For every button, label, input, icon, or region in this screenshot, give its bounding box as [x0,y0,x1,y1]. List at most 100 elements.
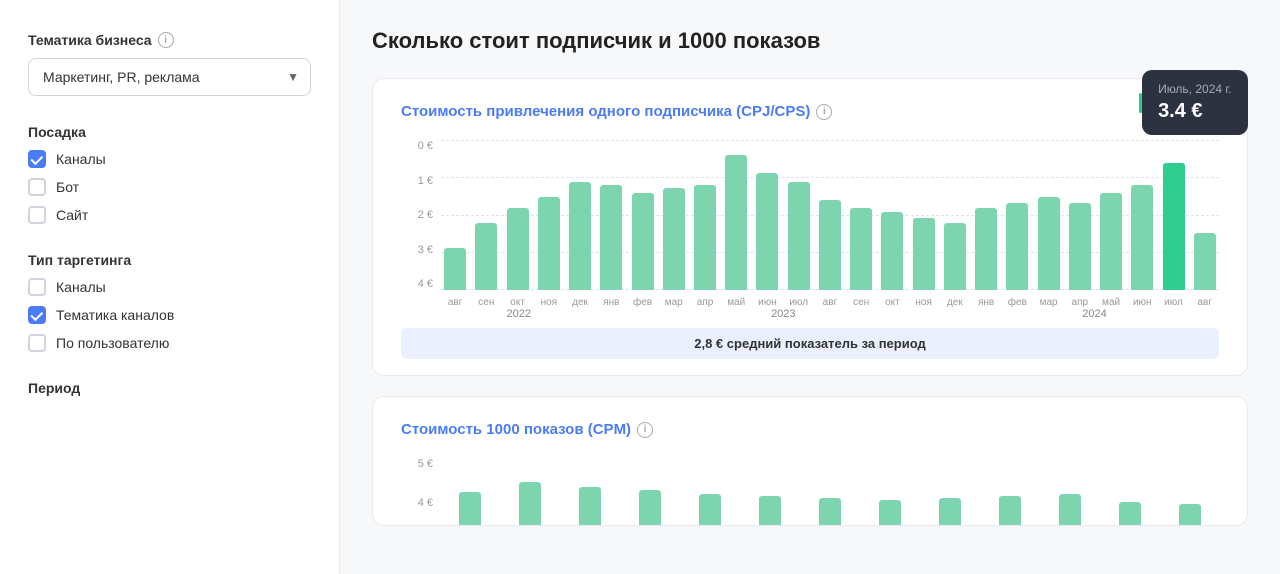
bar-8[interactable] [694,185,716,290]
chart2-bar-4[interactable] [699,494,721,526]
x-label-16: дек [941,292,969,308]
bar-1[interactable] [475,223,497,291]
y-label-4: 4 € [401,278,439,290]
landing-section: Посадка Каналы Бот Сайт [28,124,311,224]
bar-24[interactable] [1194,233,1216,290]
chart2-bar-5[interactable] [759,496,781,526]
chart2-y-axis: 3 € 4 € 5 € [401,458,439,526]
x-label-24: авг [1191,292,1219,308]
y-label-0: 0 € [401,140,439,152]
chart2-bar-6[interactable] [819,498,841,526]
x-label-8: апр [691,292,719,308]
chart2-bar-3[interactable] [639,490,661,526]
targeting-user-item[interactable]: По пользователю [28,334,311,352]
bar-14[interactable] [881,212,903,290]
landing-bot-item[interactable]: Бот [28,178,311,196]
bar-5[interactable] [600,185,622,290]
landing-bot-checkbox[interactable] [28,178,46,196]
bar-9[interactable] [725,155,747,290]
bar-22[interactable] [1131,185,1153,290]
x-label-11: июл [785,292,813,308]
bar-0[interactable] [444,248,466,290]
y-label-3: 3 € [401,244,439,256]
chart1-avg-text: средний показатель за период [727,336,926,351]
bar-23[interactable] [1163,163,1185,291]
bar-20[interactable] [1069,203,1091,290]
landing-label: Посадка [28,124,311,140]
chart1-container: 4 € 3 € 2 € 1 € 0 € Июль, 2024 г.3.4 € [401,140,1219,320]
y-label-1: 1 € [401,175,439,187]
bar-6[interactable] [632,193,654,291]
chart2-area: 3 € 4 € 5 € [401,458,1219,526]
bar-3[interactable] [538,197,560,290]
targeting-channels-checkbox[interactable] [28,278,46,296]
chart2-bars [441,468,1219,526]
bar-10[interactable] [756,173,778,290]
x-label-6: фев [628,292,656,308]
chart2-bar-2[interactable] [579,487,601,526]
bar-15[interactable] [913,218,935,290]
chart2-bar-10[interactable] [1059,494,1081,526]
chart1-title: Стоимость привлечения одного подписчика … [401,103,1219,120]
bar-17[interactable] [975,208,997,291]
x-label-4: дек [566,292,594,308]
landing-channels-item[interactable]: Каналы [28,150,311,168]
bar-7[interactable] [663,188,685,290]
bar-13[interactable] [850,208,872,291]
bar-11[interactable] [788,182,810,290]
landing-bot-label: Бот [56,179,79,195]
x-label-15: ноя [910,292,938,308]
chart2-bar-0[interactable] [459,492,481,526]
bar-21[interactable] [1100,193,1122,291]
x-label-12: авг [816,292,844,308]
bar-12[interactable] [819,200,841,290]
sidebar: Тематика бизнеса i Маркетинг, PR, реклам… [0,0,340,574]
chart2-bar-9[interactable] [999,496,1021,526]
targeting-theme-label: Тематика каналов [56,307,174,323]
landing-channels-label: Каналы [56,151,106,167]
business-theme-info-icon[interactable]: i [158,32,174,48]
landing-site-label: Сайт [56,207,88,223]
landing-channels-checkbox[interactable] [28,150,46,168]
x-label-19: мар [1034,292,1062,308]
year-label-2024: 2024 [970,308,1219,320]
chart1-x-labels: авгсеноктноядекянвфевмарапрмайиюниюлавгс… [441,292,1219,308]
chart2-info-icon[interactable]: i [637,422,653,438]
bar-16[interactable] [944,223,966,291]
chart2-bar-11[interactable] [1119,502,1141,526]
targeting-user-checkbox[interactable] [28,334,46,352]
x-label-23: июл [1159,292,1187,308]
chart2-bar-12[interactable] [1179,504,1201,526]
landing-site-checkbox[interactable] [28,206,46,224]
chart1-area: 4 € 3 € 2 € 1 € 0 € Июль, 2024 г.3.4 € [401,140,1219,320]
chart1-info-icon[interactable]: i [816,104,832,120]
bar-2[interactable] [507,208,529,291]
business-theme-label: Тематика бизнеса i [28,32,311,48]
chart1-card: Стоимость привлечения одного подписчика … [372,78,1248,376]
x-label-17: янв [972,292,1000,308]
x-label-18: фев [1003,292,1031,308]
chart1-year-labels: 202220232024 [441,308,1219,320]
x-label-3: ноя [535,292,563,308]
chart2-bar-1[interactable] [519,482,541,526]
main-content: Сколько стоит подписчик и 1000 показов С… [340,0,1280,574]
x-label-14: окт [878,292,906,308]
bar-4[interactable] [569,182,591,290]
bar-18[interactable] [1006,203,1028,290]
landing-site-item[interactable]: Сайт [28,206,311,224]
business-theme-text: Тематика бизнеса [28,32,152,48]
chart1-avg-value: 2,8 € [694,336,723,351]
chart2-bar-8[interactable] [939,498,961,526]
chart1-y-axis: 4 € 3 € 2 € 1 € 0 € [401,140,439,290]
chart2-title-text: Стоимость 1000 показов (CPM) [401,421,631,438]
period-label: Период [28,380,311,396]
targeting-theme-checkbox[interactable] [28,306,46,324]
targeting-channels-item[interactable]: Каналы [28,278,311,296]
bar-19[interactable] [1038,197,1060,290]
chart1-bars: Июль, 2024 г.3.4 € [441,140,1219,290]
chart2-bar-7[interactable] [879,500,901,526]
targeting-theme-item[interactable]: Тематика каналов [28,306,311,324]
x-label-1: сен [472,292,500,308]
x-label-22: июн [1128,292,1156,308]
business-theme-select[interactable]: Маркетинг, PR, реклама [28,58,311,96]
